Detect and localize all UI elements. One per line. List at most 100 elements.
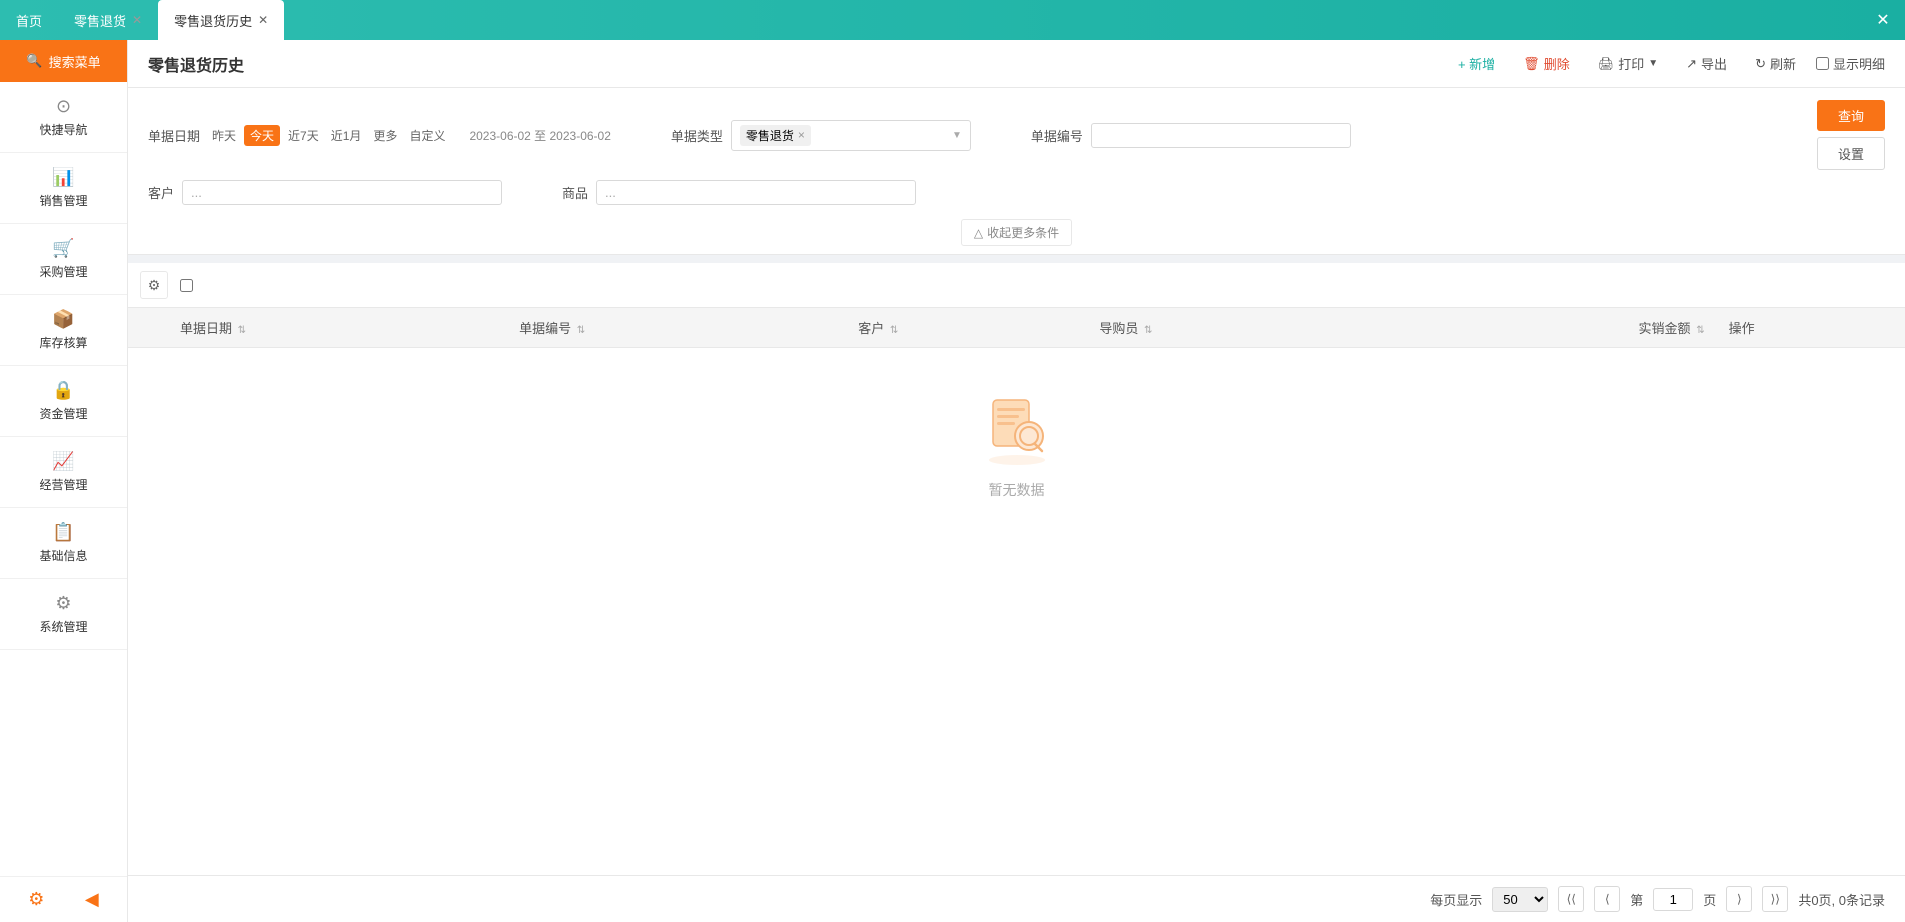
page-header: 零售退货历史 + 新增 🗑 删除 🖨 打印 ▼ ↗ 导出 bbox=[128, 40, 1905, 88]
next-page-button[interactable]: ⟩ bbox=[1726, 886, 1752, 912]
sidebar-item-quick-nav-label: 快捷导航 bbox=[39, 121, 87, 138]
th-guide-sort[interactable]: ⇅ bbox=[1144, 325, 1152, 336]
date-shortcuts: 昨天 今天 近7天 近1月 更多 自定义 bbox=[208, 125, 449, 146]
sidebar-item-finance-label: 资金管理 bbox=[39, 405, 87, 422]
page-number-input[interactable] bbox=[1653, 888, 1693, 911]
collapse-filter-button[interactable]: △ 收起更多条件 bbox=[961, 219, 1072, 246]
sidebar-search[interactable]: 🔍 搜索菜单 bbox=[0, 40, 127, 82]
sidebar-item-system[interactable]: ⚙ 系统管理 bbox=[0, 579, 127, 650]
th-amount-sort[interactable]: ⇅ bbox=[1696, 325, 1704, 336]
sidebar: 🔍 搜索菜单 ⊙ 快捷导航 📊 销售管理 🛒 采购管理 📦 库存核算 🔒 资金管… bbox=[0, 40, 128, 922]
shortcut-today[interactable]: 今天 bbox=[244, 125, 280, 146]
collapse-up-icon: △ bbox=[974, 226, 983, 240]
empty-state: 暂无数据 bbox=[128, 348, 1905, 540]
th-no[interactable]: 单据编号 ⇅ bbox=[507, 308, 846, 348]
empty-text-label: 暂无数据 bbox=[989, 480, 1045, 500]
th-guide[interactable]: 导购员 ⇅ bbox=[1087, 308, 1377, 348]
shortcut-custom[interactable]: 自定义 bbox=[405, 125, 449, 146]
new-button[interactable]: + 新增 bbox=[1450, 50, 1503, 77]
customer-label: 客户 bbox=[148, 183, 174, 202]
page-size-select[interactable]: 50 20 100 bbox=[1492, 887, 1548, 912]
page-size-label: 每页显示 bbox=[1430, 890, 1482, 909]
sidebar-item-finance[interactable]: 🔒 资金管理 bbox=[0, 366, 127, 437]
delete-button-label: 删除 bbox=[1544, 54, 1570, 73]
sidebar-item-operation[interactable]: 📈 经营管理 bbox=[0, 437, 127, 508]
date-filter-label: 单据日期 bbox=[148, 126, 200, 145]
sidebar-item-operation-label: 经营管理 bbox=[39, 476, 87, 493]
th-customer-sort[interactable]: ⇅ bbox=[890, 325, 898, 336]
tab-home[interactable]: 首页 bbox=[0, 0, 58, 40]
filter-settings-button[interactable]: 设置 bbox=[1817, 137, 1885, 170]
customer-filter-group: 客户 ... bbox=[148, 180, 502, 205]
collapse-filter-label: 收起更多条件 bbox=[987, 224, 1059, 241]
shortcut-1month[interactable]: 近1月 bbox=[327, 125, 366, 146]
delete-button[interactable]: 🗑 删除 bbox=[1515, 50, 1578, 77]
export-button[interactable]: ↗ 导出 bbox=[1678, 50, 1735, 77]
doc-type-select[interactable]: 零售退货 × ▼ bbox=[731, 120, 971, 151]
tab-retail-return-history-close[interactable]: ✕ bbox=[258, 13, 268, 27]
sales-icon: 📊 bbox=[52, 167, 74, 188]
goods-label: 商品 bbox=[562, 183, 588, 202]
table-column-settings-icon[interactable]: ⚙ bbox=[140, 271, 168, 299]
doc-type-tag-close[interactable]: × bbox=[798, 128, 805, 142]
sidebar-item-sales-label: 销售管理 bbox=[39, 192, 87, 209]
th-amount[interactable]: 实销金额 ⇅ bbox=[1377, 308, 1716, 348]
basic-icon: 📋 bbox=[52, 522, 74, 543]
select-all-checkbox[interactable] bbox=[180, 279, 193, 292]
th-action: 操作 bbox=[1717, 308, 1905, 348]
search-icon: 🔍 bbox=[26, 53, 42, 69]
th-no-sort[interactable]: ⇅ bbox=[577, 325, 585, 336]
display-mingxi-label: 显示明细 bbox=[1833, 54, 1885, 73]
print-button[interactable]: 🖨 打印 ▼ bbox=[1590, 50, 1666, 77]
tab-retail-return-label: 零售退货 bbox=[74, 11, 126, 30]
sidebar-item-quick-nav[interactable]: ⊙ 快捷导航 bbox=[0, 82, 127, 153]
th-customer-label: 客户 bbox=[858, 321, 884, 336]
content-area: 零售退货历史 + 新增 🗑 删除 🖨 打印 ▼ ↗ 导出 bbox=[128, 40, 1905, 922]
th-customer[interactable]: 客户 ⇅ bbox=[846, 308, 1087, 348]
print-dropdown-icon: ▼ bbox=[1648, 58, 1658, 69]
doc-type-filter-group: 单据类型 零售退货 × ▼ bbox=[671, 120, 971, 151]
tab-retail-return-history-label: 零售退货历史 bbox=[174, 11, 252, 30]
tab-retail-return-history[interactable]: 零售退货历史 ✕ bbox=[158, 0, 284, 40]
customer-select[interactable]: ... bbox=[182, 180, 502, 205]
th-no-label: 单据编号 bbox=[519, 321, 571, 336]
sidebar-item-system-label: 系统管理 bbox=[39, 618, 87, 635]
sidebar-item-sales[interactable]: 📊 销售管理 bbox=[0, 153, 127, 224]
sidebar-item-basic-label: 基础信息 bbox=[39, 547, 87, 564]
refresh-button-label: 刷新 bbox=[1770, 54, 1796, 73]
tab-home-label: 首页 bbox=[16, 11, 42, 30]
doc-no-label: 单据编号 bbox=[1031, 126, 1083, 145]
display-mingxi-checkbox[interactable] bbox=[1816, 57, 1829, 70]
shortcut-yesterday[interactable]: 昨天 bbox=[208, 125, 240, 146]
tab-retail-return[interactable]: 零售退货 ✕ bbox=[58, 0, 158, 40]
inventory-icon: 📦 bbox=[52, 309, 74, 330]
collapse-sidebar-icon[interactable]: ◀ bbox=[85, 889, 99, 910]
display-mingxi-group: 显示明细 bbox=[1816, 54, 1885, 73]
th-date[interactable]: 单据日期 ⇅ bbox=[168, 308, 507, 348]
sidebar-item-basic[interactable]: 📋 基础信息 bbox=[0, 508, 127, 579]
filter-area: 单据日期 昨天 今天 近7天 近1月 更多 自定义 2023-06-02 至 2… bbox=[128, 88, 1905, 255]
refresh-button[interactable]: ↻ 刷新 bbox=[1747, 50, 1804, 77]
th-date-sort[interactable]: ⇅ bbox=[238, 325, 246, 336]
table-header-row: 单据日期 ⇅ 单据编号 ⇅ 客户 ⇅ bbox=[128, 308, 1905, 348]
tab-retail-return-close[interactable]: ✕ bbox=[132, 13, 142, 27]
window-close-button[interactable]: ✕ bbox=[1871, 8, 1895, 32]
shortcut-7days[interactable]: 近7天 bbox=[284, 125, 323, 146]
goods-placeholder: ... bbox=[605, 185, 616, 200]
query-button[interactable]: 查询 bbox=[1817, 100, 1885, 131]
new-button-label: + 新增 bbox=[1458, 54, 1495, 73]
main-layout: 🔍 搜索菜单 ⊙ 快捷导航 📊 销售管理 🛒 采购管理 📦 库存核算 🔒 资金管… bbox=[0, 40, 1905, 922]
shortcut-more[interactable]: 更多 bbox=[369, 125, 401, 146]
settings-bottom-icon[interactable]: ⚙ bbox=[28, 889, 44, 910]
goods-select[interactable]: ... bbox=[596, 180, 916, 205]
prev-page-button[interactable]: ⟨ bbox=[1594, 886, 1620, 912]
sidebar-item-inventory[interactable]: 📦 库存核算 bbox=[0, 295, 127, 366]
sidebar-search-label: 搜索菜单 bbox=[49, 52, 101, 71]
first-page-button[interactable]: ⟨⟨ bbox=[1558, 886, 1584, 912]
total-info: 共0页, 0条记录 bbox=[1798, 890, 1885, 909]
data-table: 单据日期 ⇅ 单据编号 ⇅ 客户 ⇅ bbox=[128, 308, 1905, 348]
doc-no-filter-group: 单据编号 bbox=[1031, 123, 1351, 148]
sidebar-item-purchase[interactable]: 🛒 采购管理 bbox=[0, 224, 127, 295]
last-page-button[interactable]: ⟩⟩ bbox=[1762, 886, 1788, 912]
doc-no-input[interactable] bbox=[1091, 123, 1351, 148]
